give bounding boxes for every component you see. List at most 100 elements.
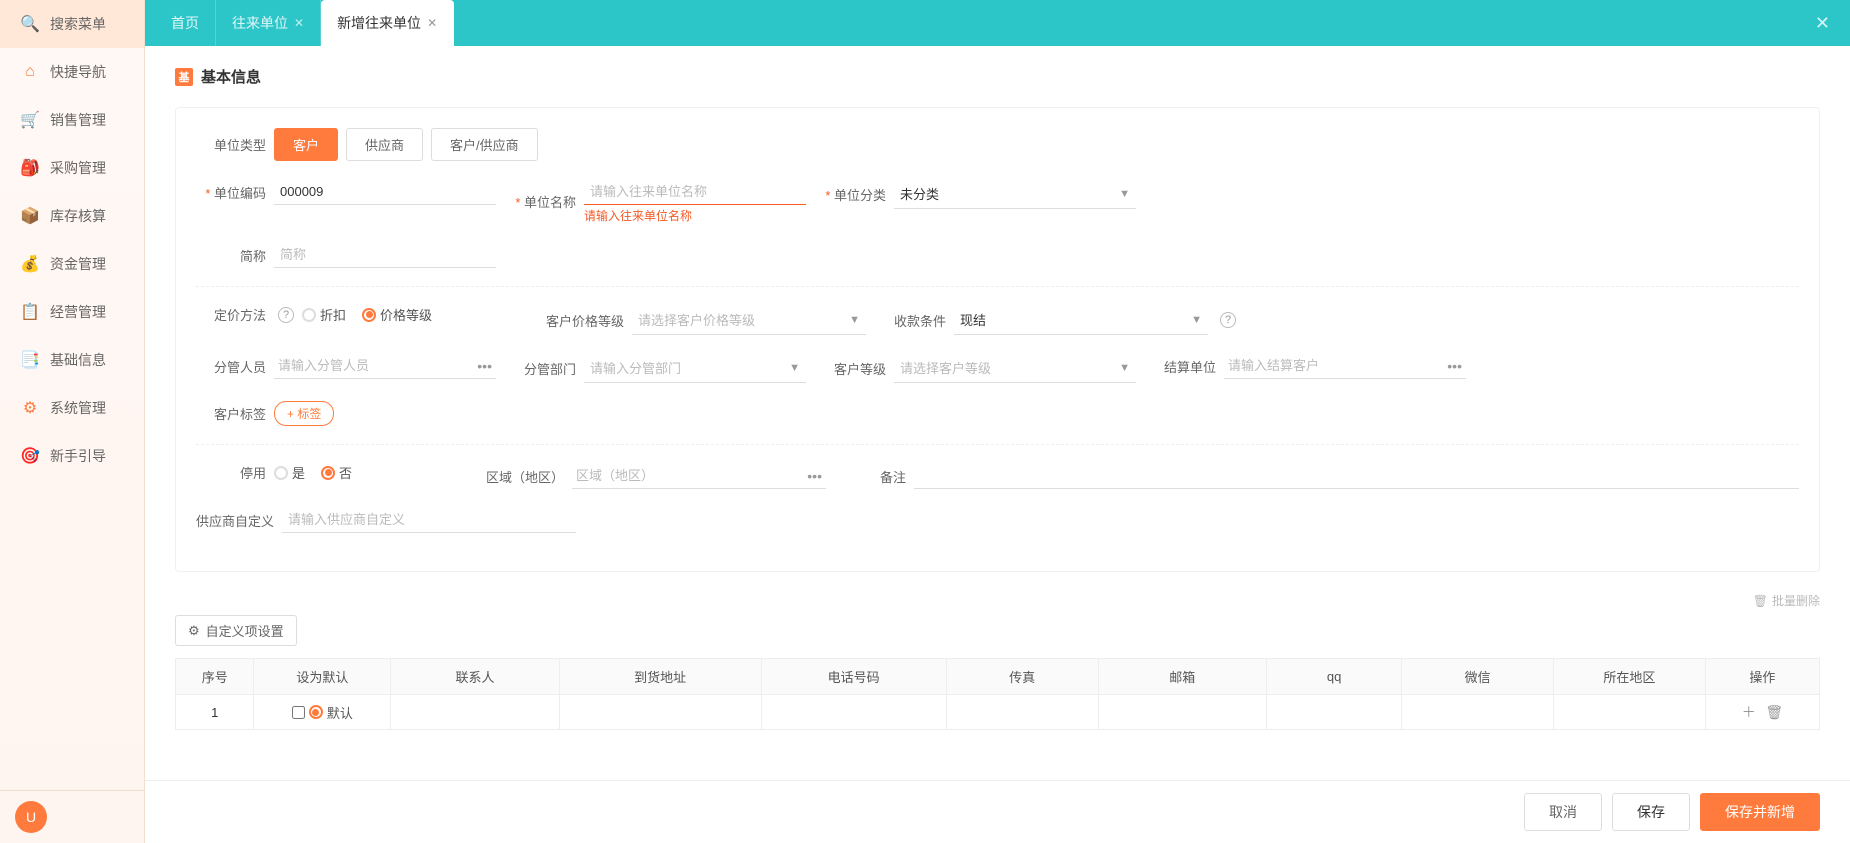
sidebar-item-finance[interactable]: 💰 资金管理 <box>0 240 144 288</box>
guide-icon: 🎯 <box>20 446 40 466</box>
sidebar-item-inventory[interactable]: 📦 库存核算 <box>0 192 144 240</box>
department-placeholder: 请输入分管部门 <box>590 358 789 377</box>
remark-label: 备注 <box>836 467 906 486</box>
abbr-field: 简称 <box>196 242 496 268</box>
radio-discount[interactable]: 折扣 <box>302 305 346 324</box>
address-input[interactable] <box>610 705 710 720</box>
box-icon: 📦 <box>20 206 40 226</box>
custom-settings-button[interactable]: ⚙ 自定义项设置 <box>175 615 297 646</box>
customer-level-field: 客户等级 请选择客户等级 ▼ <box>816 353 1136 383</box>
close-all-tabs[interactable]: ✕ <box>1805 13 1840 34</box>
payment-terms-help-icon[interactable]: ? <box>1220 312 1236 328</box>
wechat-input[interactable] <box>1443 705 1513 720</box>
customer-price-select[interactable]: 请选择客户价格等级 ▼ <box>632 305 866 335</box>
region-input[interactable] <box>572 463 803 488</box>
cancel-button[interactable]: 取消 <box>1524 793 1602 831</box>
disabled-radio-group: 是 否 <box>274 463 352 482</box>
settlement-input-group: ••• <box>1224 353 1466 379</box>
col-qq: qq <box>1267 659 1402 695</box>
table-row: 1 默认 <box>176 695 1820 730</box>
cell-email <box>1098 695 1266 730</box>
tab-new-partner[interactable]: 新增往来单位 ✕ <box>321 0 454 46</box>
sidebar-item-sales[interactable]: 🛒 销售管理 <box>0 96 144 144</box>
row-delete-icon[interactable]: 🗑 <box>1762 704 1786 720</box>
contact-input[interactable] <box>435 705 515 720</box>
chevron-down-icon2: ▼ <box>849 314 860 326</box>
tab-new-partner-close[interactable]: ✕ <box>427 16 437 30</box>
money-icon: 💰 <box>20 254 40 274</box>
unit-category-field: 单位分类 未分类 ▼ <box>816 179 1136 209</box>
sidebar-item-quicknav[interactable]: ⌂ 快捷导航 <box>0 48 144 96</box>
customer-level-placeholder: 请选择客户等级 <box>900 358 1119 377</box>
batch-delete-icon: 🗑 <box>1753 594 1768 608</box>
sidebar-item-label: 经营管理 <box>50 302 106 322</box>
department-select[interactable]: 请输入分管部门 ▼ <box>584 353 806 383</box>
payment-terms-label: 收款条件 <box>876 311 946 330</box>
unit-code-input[interactable] <box>274 179 496 205</box>
pricing-row: 定价方法 ? 折扣 价格等级 客户价格等级 <box>196 305 1799 335</box>
radio-price-level[interactable]: 价格等级 <box>362 305 432 324</box>
radio-price-level-circle <box>362 308 376 322</box>
section-title-text: 基本信息 <box>201 66 261 87</box>
default-label: 默认 <box>327 703 353 722</box>
add-tag-button[interactable]: + 标签 <box>274 401 334 426</box>
unit-btn-customer[interactable]: 客户 <box>274 128 338 161</box>
tag-field: 客户标签 + 标签 <box>196 401 1799 426</box>
tab-home[interactable]: 首页 <box>155 0 216 46</box>
unit-btn-both[interactable]: 客户/供应商 <box>431 128 538 161</box>
unit-name-input[interactable] <box>584 179 806 205</box>
remark-input[interactable] <box>914 463 1799 489</box>
manager-input[interactable] <box>274 353 473 378</box>
pricing-method-label: 定价方法 <box>196 305 266 324</box>
save-button[interactable]: 保存 <box>1612 793 1690 831</box>
col-no: 序号 <box>176 659 254 695</box>
payment-terms-select[interactable]: 现结 ▼ <box>954 305 1208 335</box>
manager-field: 分管人员 ••• <box>196 353 496 379</box>
footer: 取消 保存 保存并新增 <box>145 780 1850 843</box>
sidebar-item-system[interactable]: ⚙ 系统管理 <box>0 384 144 432</box>
sidebar-item-newuser[interactable]: 🎯 新手引导 <box>0 432 144 480</box>
tab-bar: 首页 往来单位 ✕ 新增往来单位 ✕ ✕ <box>145 0 1850 46</box>
row-region-input[interactable] <box>1594 705 1664 720</box>
abbr-input[interactable] <box>274 242 496 268</box>
department-field: 分管部门 请输入分管部门 ▼ <box>506 353 806 383</box>
remark-field: 备注 <box>836 463 1799 489</box>
radio-yes[interactable]: 是 <box>274 463 305 482</box>
email-input[interactable] <box>1142 705 1222 720</box>
qq-input[interactable] <box>1304 705 1364 720</box>
customer-price-field: 客户价格等级 请选择客户价格等级 ▼ <box>546 305 866 335</box>
chevron-down-icon3: ▼ <box>1191 314 1202 326</box>
sidebar-item-label: 采购管理 <box>50 158 106 178</box>
save-new-button[interactable]: 保存并新增 <box>1700 793 1820 831</box>
manager-more-btn[interactable]: ••• <box>473 358 496 374</box>
content-area: 基 基本信息 单位类型 客户 供应商 客户/供应商 单位编码 <box>145 46 1850 780</box>
settlement-input[interactable] <box>1224 353 1443 378</box>
unit-btn-supplier[interactable]: 供应商 <box>346 128 423 161</box>
phone-input[interactable] <box>809 705 899 720</box>
pricing-help-icon[interactable]: ? <box>278 307 294 323</box>
sidebar-item-operations[interactable]: 📋 经营管理 <box>0 288 144 336</box>
row-add-icon[interactable]: ＋ <box>1739 704 1759 720</box>
customer-level-select[interactable]: 请选择客户等级 ▼ <box>894 353 1136 383</box>
default-radio[interactable]: 默认 <box>309 703 353 722</box>
cell-address <box>559 695 761 730</box>
supplier-custom-input[interactable] <box>282 507 576 533</box>
pricing-radio-group: 折扣 价格等级 <box>302 305 432 324</box>
tag-row: 客户标签 + 标签 <box>196 401 1799 426</box>
sidebar-item-purchase[interactable]: 🎒 采购管理 <box>0 144 144 192</box>
manager-row: 分管人员 ••• 分管部门 请输入分管部门 ▼ 客户等级 <box>196 353 1799 383</box>
tab-partners-close[interactable]: ✕ <box>294 16 304 30</box>
tab-partners[interactable]: 往来单位 ✕ <box>216 0 321 46</box>
settlement-more-btn[interactable]: ••• <box>1443 358 1466 374</box>
region-label: 区域（地区） <box>486 467 564 486</box>
sidebar-item-search[interactable]: 🔍 搜索菜单 <box>0 0 144 48</box>
batch-delete-label[interactable]: 批量删除 <box>1772 592 1820 609</box>
cart-icon: 🛒 <box>20 110 40 130</box>
supplier-custom-row: 供应商自定义 <box>196 507 1799 533</box>
row-checkbox[interactable] <box>292 706 305 719</box>
sidebar-item-basic[interactable]: 📑 基础信息 <box>0 336 144 384</box>
radio-no[interactable]: 否 <box>321 463 352 482</box>
unit-category-select[interactable]: 未分类 ▼ <box>894 179 1136 209</box>
fax-input[interactable] <box>987 705 1057 720</box>
region-more-btn[interactable]: ••• <box>803 468 826 484</box>
